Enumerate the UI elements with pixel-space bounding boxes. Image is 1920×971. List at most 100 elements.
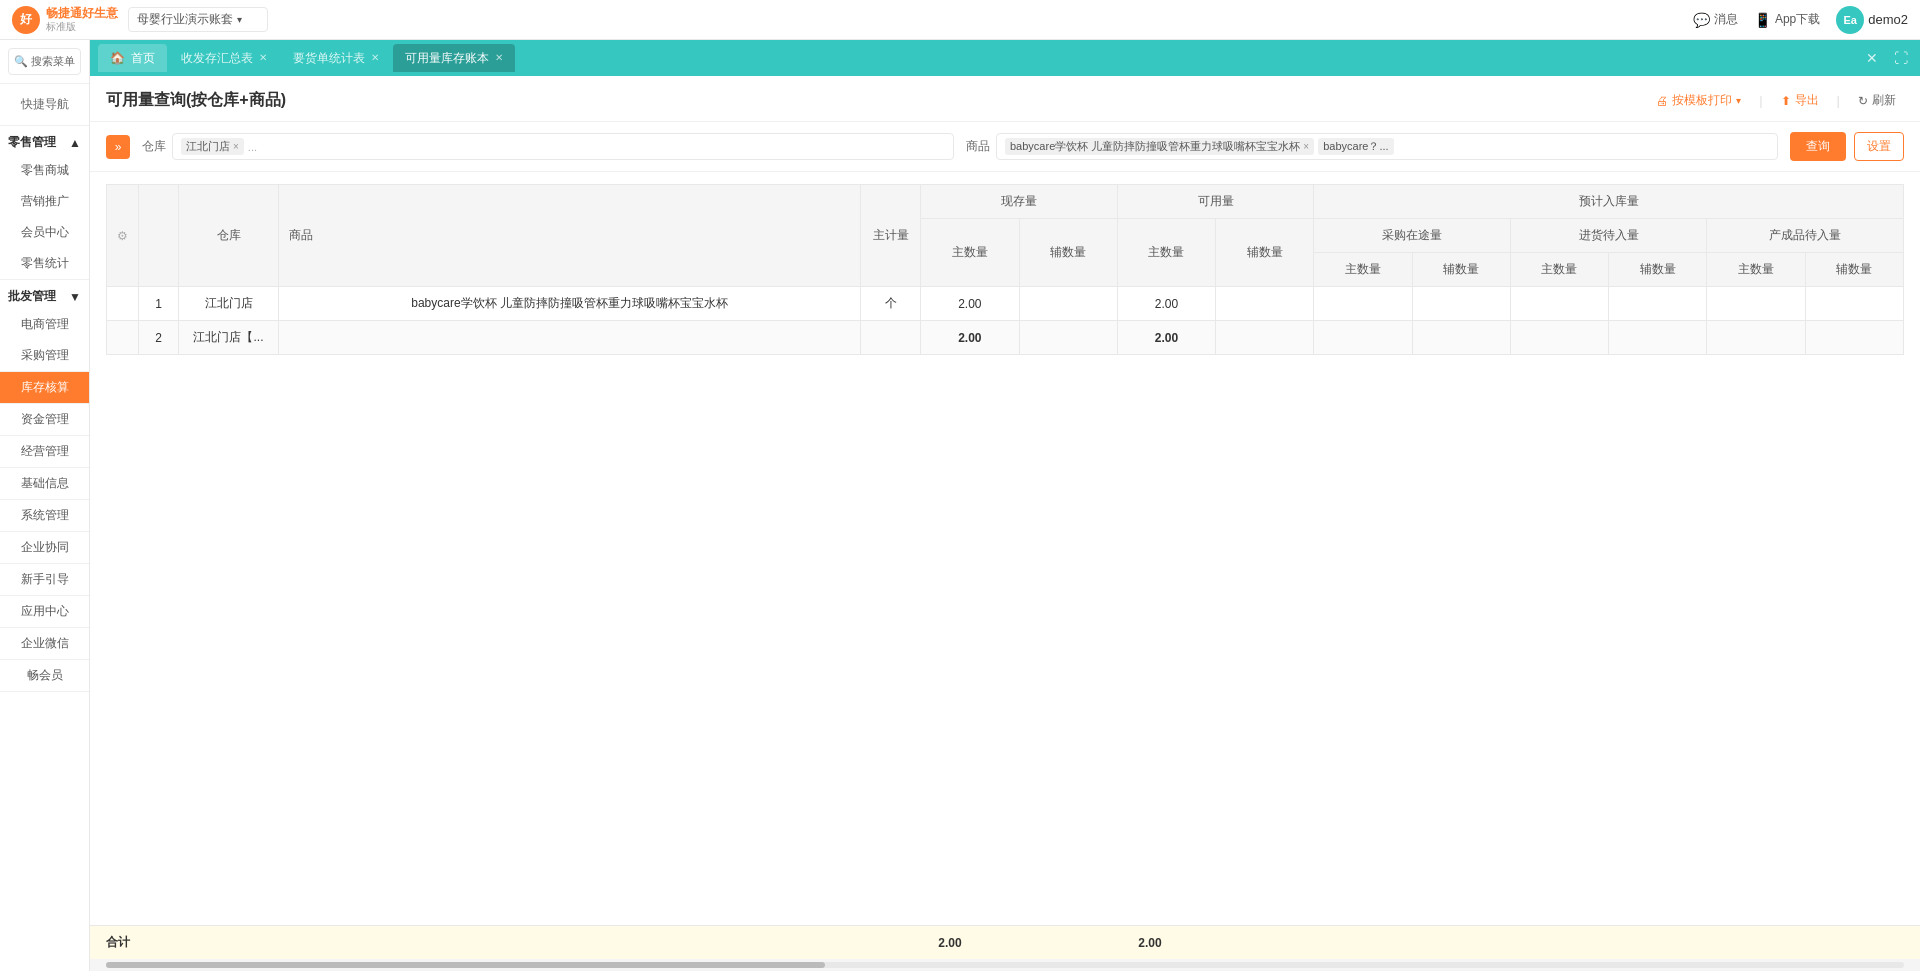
th-incoming-main: 主数量 — [1510, 253, 1608, 287]
sidebar-item-retail-stats[interactable]: 零售统计 — [0, 248, 89, 279]
tab-summary-close[interactable]: ✕ — [259, 53, 267, 63]
th-settings: ⚙ — [107, 185, 139, 287]
sidebar-item-basic[interactable]: 基础信息 — [0, 468, 89, 499]
sidebar-item-finance[interactable]: 资金管理 — [0, 404, 89, 435]
filter-toggle-btn[interactable]: » — [106, 135, 130, 159]
setting-button[interactable]: 设置 — [1854, 132, 1904, 161]
warehouse-tag: 江北门店 × — [181, 138, 244, 155]
sidebar-group-header-retail[interactable]: 零售管理 ▲ — [0, 126, 89, 155]
sidebar-item-retail-mall[interactable]: 零售商城 — [0, 155, 89, 186]
search-icon: 🔍 — [14, 55, 28, 68]
sidebar-group-collab: 企业协同 — [0, 532, 89, 564]
sidebar-item-procurement[interactable]: 采购管理 — [0, 340, 89, 371]
page-actions: 🖨 按模板打印 ▾ | ⬆ 导出 | ↻ 刷新 — [1648, 88, 1904, 113]
tab-summary-label: 收发存汇总表 — [181, 50, 253, 67]
sidebar-item-operations[interactable]: 经营管理 — [0, 436, 89, 467]
tab-order-stat-close[interactable]: ✕ — [371, 53, 379, 63]
data-table: ⚙ 仓库 商品 主计量 现存量 可用量 预计入库量 — [106, 184, 1904, 355]
th-available-sub: 辅数量 — [1216, 219, 1314, 287]
td-purchase-main-1 — [1314, 287, 1412, 321]
tab-order-stat[interactable]: 要货单统计表 ✕ — [281, 44, 391, 72]
home-icon: 🏠 — [110, 51, 125, 65]
message-label: 消息 — [1714, 11, 1738, 28]
page-content: 可用量查询(按仓库+商品) 🖨 按模板打印 ▾ | ⬆ 导出 | — [90, 76, 1920, 925]
main-layout: 🔍 搜索菜单 快捷导航 零售管理 ▲ 零售商城 营销推广 会员中心 零售统计 批… — [0, 40, 1920, 971]
app-download-action[interactable]: 📱 App下载 — [1754, 11, 1820, 28]
avatar-initials: Ea — [1844, 14, 1857, 26]
th-available: 可用量 — [1117, 185, 1314, 219]
product-input[interactable]: babycare学饮杯 儿童防摔防撞吸管杯重力球吸嘴杯宝宝水杯 × babyca… — [996, 133, 1778, 160]
footer-total: 合计 2.00 2.00 — [90, 925, 1920, 959]
sidebar-item-inventory[interactable]: 库存核算 — [0, 372, 89, 403]
page-header: 可用量查询(按仓库+商品) 🖨 按模板打印 ▾ | ⬆ 导出 | — [90, 76, 1920, 122]
td-incoming-sub-1 — [1609, 287, 1707, 321]
toggle-icon: » — [115, 140, 122, 154]
sidebar-item-collab[interactable]: 企业协同 — [0, 532, 89, 563]
template-print-btn[interactable]: 🖨 按模板打印 ▾ — [1648, 88, 1749, 113]
message-icon: 💬 — [1693, 12, 1710, 28]
search-menu-button[interactable]: 🔍 搜索菜单 — [8, 48, 81, 75]
tab-available-stock[interactable]: 可用量库存账本 ✕ — [393, 44, 515, 72]
sidebar-item-system[interactable]: 系统管理 — [0, 500, 89, 531]
sidebar-item-member[interactable]: 会员中心 — [0, 217, 89, 248]
td-unit-1: 个 — [861, 287, 921, 321]
user-action[interactable]: Ea demo2 — [1836, 6, 1908, 34]
warehouse-input[interactable]: 江北门店 × ... — [172, 133, 954, 160]
sidebar-group-apps: 应用中心 — [0, 596, 89, 628]
sidebar-item-marketing[interactable]: 营销推广 — [0, 186, 89, 217]
warehouse-tag-close[interactable]: × — [233, 141, 239, 152]
td-current-sub-2 — [1019, 321, 1117, 355]
logo-subtitle: 标准版 — [46, 21, 118, 33]
th-forecast: 预计入库量 — [1314, 185, 1904, 219]
td-warehouse-1: 江北门店 — [179, 287, 279, 321]
td-products-main-2 — [1707, 321, 1805, 355]
export-btn[interactable]: ⬆ 导出 — [1773, 88, 1827, 113]
product-label: 商品 — [966, 138, 990, 155]
sidebar-item-wechat[interactable]: 企业微信 — [0, 628, 89, 659]
tab-order-stat-label: 要货单统计表 — [293, 50, 365, 67]
th-purchase-main: 主数量 — [1314, 253, 1412, 287]
divider2: | — [1837, 93, 1840, 108]
td-products-main-1 — [1707, 287, 1805, 321]
th-current-main: 主数量 — [921, 219, 1019, 287]
industry-selector[interactable]: 母婴行业演示账套 ▾ — [128, 7, 268, 32]
sidebar-group-system: 系统管理 — [0, 500, 89, 532]
message-action[interactable]: 💬 消息 — [1693, 11, 1738, 28]
top-bar: 好 畅捷通好生意 标准版 母婴行业演示账套 ▾ 💬 消息 📱 App下载 Ea … — [0, 0, 1920, 40]
th-products-pending: 产成品待入量 — [1707, 219, 1904, 253]
th-incoming-sub: 辅数量 — [1609, 253, 1707, 287]
tab-summary[interactable]: 收发存汇总表 ✕ — [169, 44, 279, 72]
td-seq-2: 2 — [139, 321, 179, 355]
divider: | — [1759, 93, 1762, 108]
sidebar-item-apps[interactable]: 应用中心 — [0, 596, 89, 627]
close-all-icon[interactable]: ✕ — [1862, 46, 1882, 70]
filter-product-group: 商品 babycare学饮杯 儿童防摔防撞吸管杯重力球吸嘴杯宝宝水杯 × bab… — [966, 133, 1778, 160]
gear-icon[interactable]: ⚙ — [117, 229, 128, 243]
td-incoming-main-1 — [1510, 287, 1608, 321]
td-current-main-1: 2.00 — [921, 287, 1019, 321]
download-icon: 📱 — [1754, 12, 1771, 28]
th-products-main: 主数量 — [1707, 253, 1805, 287]
sidebar-group-header-wholesale[interactable]: 批发管理 ▼ — [0, 280, 89, 309]
total-current-main: 2.00 — [900, 936, 1000, 950]
logo-area: 好 畅捷通好生意 标准版 — [12, 6, 118, 34]
sidebar-item-quick-nav[interactable]: 快捷导航 — [0, 90, 89, 119]
table-row: 2 江北门店【... 2.00 2.00 — [107, 321, 1904, 355]
expand-icon[interactable]: ⛶ — [1890, 46, 1912, 70]
td-products-sub-1 — [1805, 287, 1903, 321]
tab-home[interactable]: 🏠 首页 — [98, 44, 167, 72]
td-purchase-sub-2 — [1412, 321, 1510, 355]
refresh-btn[interactable]: ↻ 刷新 — [1850, 88, 1904, 113]
tab-available-stock-close[interactable]: ✕ — [495, 53, 503, 63]
sidebar-item-ecommerce[interactable]: 电商管理 — [0, 309, 89, 340]
filter-warehouse-group: 仓库 江北门店 × ... — [142, 133, 954, 160]
sidebar-item-member-plus[interactable]: 畅会员 — [0, 660, 89, 691]
warehouse-label: 仓库 — [142, 138, 166, 155]
sidebar-item-guide[interactable]: 新手引导 — [0, 564, 89, 595]
sidebar-group-member-plus: 畅会员 — [0, 660, 89, 692]
td-purchase-main-2 — [1314, 321, 1412, 355]
query-button[interactable]: 查询 — [1790, 132, 1846, 161]
scroll-track[interactable] — [106, 962, 1904, 968]
more-icon: ... — [248, 141, 257, 153]
product-tag-1-close[interactable]: × — [1303, 141, 1309, 152]
